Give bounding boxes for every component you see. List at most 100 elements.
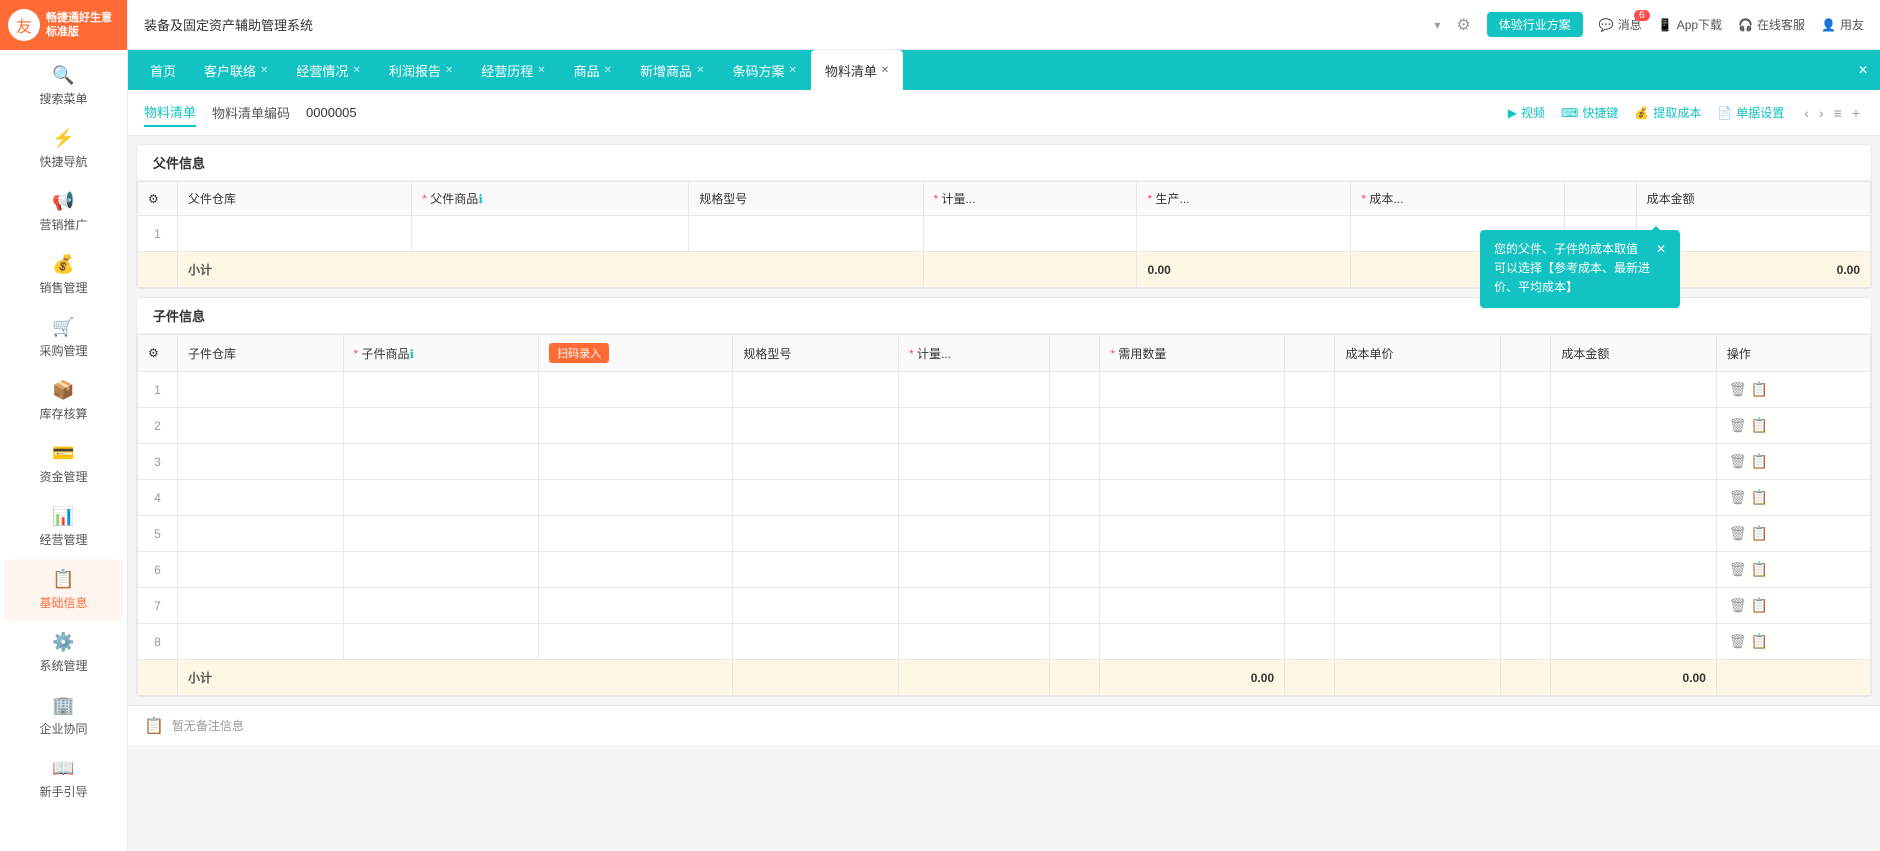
tab-close-icon[interactable]: ✕ [788,65,796,76]
sidebar-menu: 🔍 搜索菜单 ⚡ 快捷导航 📢 营销推广 💰 销售管理 🛒 采购管理 📦 库存核… [0,50,127,851]
sub-header-actions: ▶ 视频 ⌨ 快捷键 💰 提取成本 📄 单据设置 ‹ › [1508,103,1864,123]
user-icon: 👤 [1821,18,1836,32]
copy-icon[interactable]: 📋 [1751,453,1768,469]
nav-prev-button[interactable]: ‹ [1800,103,1813,123]
delete-icon[interactable]: 🗑 [1729,489,1747,505]
delete-icon[interactable]: 🗑 [1729,597,1747,613]
child-spec-1[interactable] [733,372,899,408]
sidebar-item-label: 搜索菜单 [39,90,87,107]
scan-button[interactable]: 扫码录入 [549,343,609,363]
tab-close-icon[interactable]: ✕ [445,65,453,76]
delete-icon[interactable]: 🗑 [1729,561,1747,577]
child-section: 子件信息 ⚙ 子件仓库 * 子件商品ℹ 扫码录入 规格型号 * 计量... * … [136,297,1872,697]
tab-close-icon[interactable]: ✕ [352,65,360,76]
delete-icon[interactable]: 🗑 [1729,453,1747,469]
download-icon: 📱 [1658,18,1673,32]
col-settings[interactable]: ⚙ [138,182,178,216]
nav-next-button[interactable]: › [1815,103,1828,123]
sidebar-item-label: 销售管理 [39,279,87,296]
child-unit-1[interactable] [898,372,1049,408]
parent-spec-cell[interactable] [689,216,923,252]
user-menu[interactable]: 👤 用友 [1821,16,1864,33]
tab-bom[interactable]: 物料清单 ✕ [811,50,903,90]
tab-customer[interactable]: 客户联络 ✕ [190,50,282,90]
sidebar-item-purchase[interactable]: 🛒 采购管理 [4,307,123,369]
child-warehouse-1[interactable] [178,372,344,408]
tooltip-close-button[interactable]: ✕ [1656,240,1666,259]
sidebar-item-inventory[interactable]: 📦 库存核算 [4,370,123,432]
gear-icon[interactable]: ⚙ [1456,15,1470,35]
tab-goods[interactable]: 商品 ✕ [560,50,626,90]
child-ucost-1[interactable] [1335,372,1501,408]
close-all-tabs[interactable]: ✕ [1854,59,1872,81]
sidebar-item-system[interactable]: ⚙️ 系统管理 [4,622,123,684]
extract-cost-label: 提取成本 [1653,104,1701,121]
sidebar-item-label: 系统管理 [39,657,87,674]
copy-icon[interactable]: 📋 [1751,489,1768,505]
table-row: 5 🗑📋 [138,516,1871,552]
video-action[interactable]: ▶ 视频 [1508,104,1545,121]
delete-icon[interactable]: 🗑 [1729,525,1747,541]
logo-icon: 友 [8,9,40,41]
child-col-settings[interactable]: ⚙ [138,335,178,372]
tab-barcode[interactable]: 条码方案 ✕ [718,50,810,90]
delete-icon[interactable]: 🗑 [1729,417,1747,433]
tab-operations[interactable]: 经营情况 ✕ [282,50,374,90]
tab-history[interactable]: 经营历程 ✕ [467,50,559,90]
tab-close-icon[interactable]: ✕ [260,65,268,76]
tab-profit[interactable]: 利润报告 ✕ [375,50,467,90]
app-download-label: App下载 [1677,16,1722,33]
sidebar-item-enterprise[interactable]: 🏢 企业协同 [4,685,123,747]
sidebar-item-guide[interactable]: 📖 新手引导 [4,748,123,810]
copy-icon[interactable]: 📋 [1751,381,1768,397]
tab-home[interactable]: 首页 [136,50,190,90]
notifications-button[interactable]: 💬 6 消息 [1599,16,1642,33]
doc-settings-action[interactable]: 📄 单据设置 [1717,104,1784,121]
copy-icon[interactable]: 📋 [1751,633,1768,649]
child-actions-3: 🗑📋 [1716,444,1870,480]
sidebar-item-finance[interactable]: 💳 资金管理 [4,433,123,495]
tab-close-icon[interactable]: ✕ [537,65,545,76]
parent-unit-cell[interactable] [923,216,1137,252]
child-col-scan[interactable]: 扫码录入 [539,335,733,372]
tab-label: 经营情况 [296,61,348,80]
sidebar-item-ops[interactable]: 📊 经营管理 [4,496,123,558]
child-qty-1[interactable] [1100,372,1285,408]
sidebar-item-sales[interactable]: 💰 销售管理 [4,244,123,306]
shortcut-action[interactable]: ⌨ 快捷键 [1561,104,1618,121]
nav-arrows: ‹ › ≡ + [1800,103,1864,123]
tab-close-icon[interactable]: ✕ [604,65,612,76]
sub-tab-bom-list[interactable]: 物料清单 [144,98,196,127]
tab-new-goods[interactable]: 新增商品 ✕ [626,50,718,90]
extract-cost-action[interactable]: 💰 提取成本 [1634,104,1701,121]
copy-icon[interactable]: 📋 [1751,597,1768,613]
app-download-button[interactable]: 📱 App下载 [1658,16,1722,33]
page-footer: 📋 暂无备注信息 [128,705,1880,745]
copy-icon[interactable]: 📋 [1751,417,1768,433]
delete-icon[interactable]: 🗑 [1729,381,1747,397]
sidebar-item-marketing[interactable]: 📢 营销推广 [4,181,123,243]
tab-close-icon[interactable]: ✕ [696,65,704,76]
sidebar-item-basic[interactable]: 📋 基础信息 [4,559,123,621]
online-support-button[interactable]: 🎧 在线客服 [1738,16,1805,33]
trial-button[interactable]: 体验行业方案 [1487,12,1583,37]
delete-icon[interactable]: 🗑 [1729,633,1747,649]
nav-list-button[interactable]: ≡ [1830,103,1846,123]
copy-icon[interactable]: 📋 [1751,561,1768,577]
copy-icon[interactable]: 📋 [1751,525,1768,541]
notification-badge: 6 [1634,10,1650,21]
sidebar-item-search[interactable]: 🔍 搜索菜单 [4,55,123,117]
parent-warehouse-cell[interactable] [178,216,412,252]
sidebar-item-quick-nav[interactable]: ⚡ 快捷导航 [4,118,123,180]
row-num: 1 [138,216,178,252]
sub-tab-bom-code[interactable]: 物料清单编码 [212,99,290,126]
parent-goods-cell[interactable] [412,216,689,252]
child-goods-1[interactable] [343,372,539,408]
sidebar-item-label: 企业协同 [39,720,87,737]
tab-close-icon[interactable]: ✕ [881,65,889,76]
dropdown-icon[interactable]: ▾ [1434,18,1440,32]
parent-production-cell[interactable] [1137,216,1351,252]
tab-label: 商品 [574,61,600,80]
nav-add-button[interactable]: + [1848,103,1864,123]
child-col-action: 操作 [1716,335,1870,372]
